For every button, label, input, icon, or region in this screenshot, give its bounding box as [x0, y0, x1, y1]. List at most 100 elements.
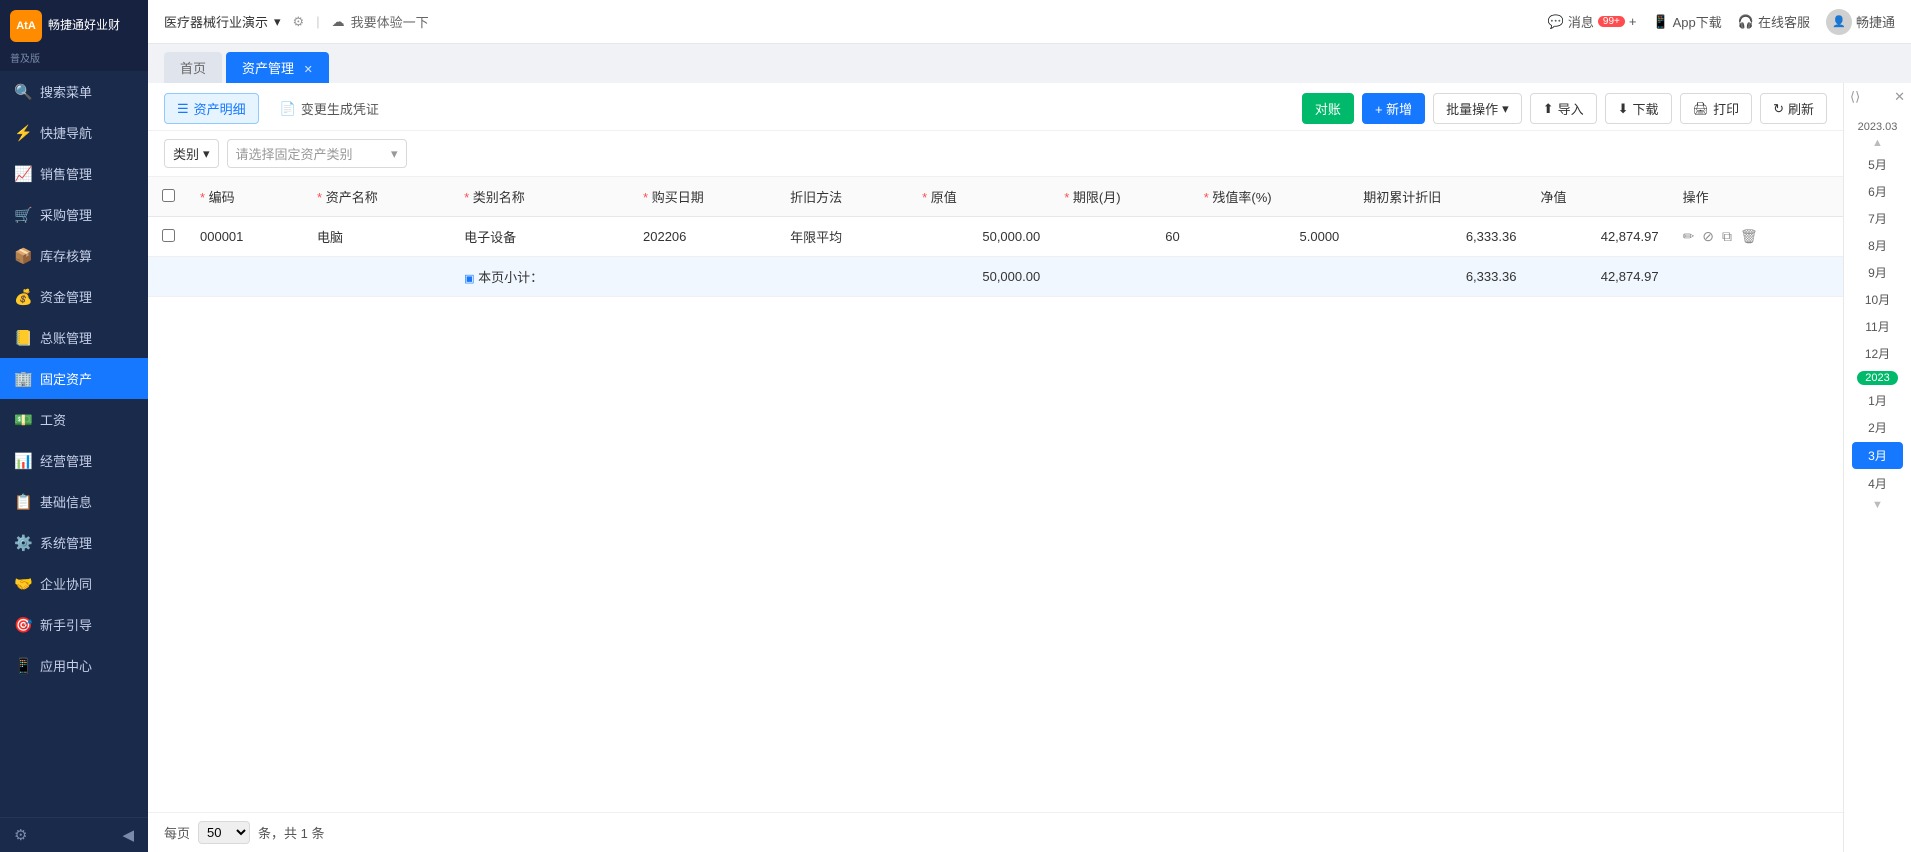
asset-table-container: 编码 资产名称 类别名称 购买日期 折旧方法 原值 期限(月) 残值率(%) 期… — [148, 177, 1843, 812]
sidebar-item-guide[interactable]: 🎯新手引导 — [0, 604, 148, 645]
category-value-filter[interactable]: 请选择固定资产类别 ▾ — [227, 139, 407, 168]
sidebar-item-enterprise[interactable]: 🤝企业协同 — [0, 563, 148, 604]
experience-btn[interactable]: ☁ 我要体验一下 — [332, 12, 429, 31]
row-category: 电子设备 — [452, 217, 631, 257]
month-11[interactable]: 11月 — [1844, 313, 1911, 340]
new-btn[interactable]: + 新增 — [1362, 93, 1425, 124]
topbar: 医疗器械行业演示 ▾ ⚙ | ☁ 我要体验一下 💬 消息 99+ 📱 App下载… — [148, 0, 1911, 44]
month-3-current[interactable]: 3月 — [1852, 442, 1903, 469]
month-6[interactable]: 6月 — [1844, 178, 1911, 205]
tab-home[interactable]: 首页 — [164, 52, 222, 83]
sidebar: AtA 畅捷通好业财 普及版 🔍搜索菜单⚡快捷导航📈销售管理🛒采购管理📦库存核算… — [0, 0, 148, 852]
sidebar-item-system[interactable]: ⚙️系统管理 — [0, 522, 148, 563]
month-10[interactable]: 10月 — [1844, 286, 1911, 313]
sidebar-item-search[interactable]: 🔍搜索菜单 — [0, 71, 148, 112]
th-net-value: 净值 — [1528, 177, 1670, 217]
delete-icon[interactable]: 🗑 — [1740, 228, 1758, 245]
right-panel: ⟨⟩ ✕ 2023.03 ▲ 5月 6月 7月 8月 9月 10月 11月 12… — [1843, 83, 1911, 852]
sidebar-item-operations[interactable]: 📊经营管理 — [0, 440, 148, 481]
tabbar: 首页 资产管理 ✕ — [148, 44, 1911, 83]
refresh-icon: ↻ — [1773, 101, 1784, 117]
stop-icon[interactable]: ⊘ — [1702, 228, 1714, 245]
expand-icon[interactable]: ⟨⟩ — [1850, 89, 1860, 105]
sidebar-icon-purchase: 🛒 — [14, 206, 32, 224]
month-2[interactable]: 2月 — [1844, 414, 1911, 441]
content-toolbar: ☰ 资产明细 📄 变更生成凭证 对账 + 新增 批量操作 ▾ — [148, 83, 1843, 131]
tab-close-icon[interactable]: ✕ — [304, 64, 313, 76]
sidebar-label-funds: 资金管理 — [40, 287, 92, 306]
user-profile[interactable]: 👤 畅捷通 — [1826, 9, 1895, 35]
sidebar-item-inventory[interactable]: 📦库存核算 — [0, 235, 148, 276]
month-8[interactable]: 8月 — [1844, 232, 1911, 259]
company-selector[interactable]: 医疗器械行业演示 ▾ — [164, 12, 281, 31]
close-icon[interactable]: ✕ — [1894, 89, 1905, 105]
main-content: 医疗器械行业演示 ▾ ⚙ | ☁ 我要体验一下 💬 消息 99+ 📱 App下载… — [148, 0, 1911, 852]
tab-asset-detail[interactable]: ☰ 资产明细 — [164, 93, 259, 124]
refresh-btn[interactable]: ↻ 刷新 — [1760, 93, 1827, 124]
tab-change-voucher[interactable]: 📄 变更生成凭证 — [267, 93, 392, 124]
online-service-btn[interactable]: 🎧 在线客服 — [1738, 12, 1810, 31]
asset-table: 编码 资产名称 类别名称 购买日期 折旧方法 原值 期限(月) 残值率(%) 期… — [148, 177, 1843, 297]
print-icon: 🖨 — [1693, 101, 1710, 117]
sidebar-label-operations: 经营管理 — [40, 451, 92, 470]
subtotal-row: ▣ 本页小计： 50,000.00 6,333.36 42,874.97 — [148, 257, 1843, 297]
sidebar-icon-sales: 📈 — [14, 165, 32, 183]
sidebar-item-fixed_assets[interactable]: 🏢固定资产 — [0, 358, 148, 399]
month-1[interactable]: 1月 — [1844, 387, 1911, 414]
row-period: 60 — [1052, 217, 1192, 257]
account-btn[interactable]: 对账 — [1302, 93, 1354, 124]
scroll-down-icon[interactable]: ▼ — [1844, 497, 1911, 513]
month-9[interactable]: 9月 — [1844, 259, 1911, 286]
sidebar-item-purchase[interactable]: 🛒采购管理 — [0, 194, 148, 235]
doc-icon: 📄 — [280, 101, 296, 117]
collapse-icon[interactable]: ◀ — [122, 826, 134, 844]
sidebar-label-app_center: 应用中心 — [40, 656, 92, 675]
sidebar-item-salary[interactable]: 💵工资 — [0, 399, 148, 440]
sidebar-item-sales[interactable]: 📈销售管理 — [0, 153, 148, 194]
sidebar-item-funds[interactable]: 💰资金管理 — [0, 276, 148, 317]
tab-asset-management[interactable]: 资产管理 ✕ — [226, 52, 329, 83]
year-badge[interactable]: 2023 — [1857, 371, 1897, 385]
settings-gear-icon[interactable]: ⚙ — [293, 14, 305, 30]
th-action: 操作 — [1671, 177, 1843, 217]
settings-icon[interactable]: ⚙ — [14, 826, 27, 844]
th-category: 类别名称 — [452, 177, 631, 217]
sidebar-icon-app_center: 📱 — [14, 657, 32, 675]
download-btn[interactable]: ⬇ 下载 — [1605, 93, 1672, 124]
category-filter[interactable]: 类别 ▾ — [164, 139, 219, 168]
th-residual-rate: 残值率(%) — [1192, 177, 1352, 217]
content-with-panel: ☰ 资产明细 📄 变更生成凭证 对账 + 新增 批量操作 ▾ — [148, 83, 1911, 852]
sidebar-label-basic_info: 基础信息 — [40, 492, 92, 511]
chevron-down-icon: ▾ — [274, 14, 281, 30]
import-icon: ⬆ — [1543, 101, 1554, 117]
sidebar-item-quicknav[interactable]: ⚡快捷导航 — [0, 112, 148, 153]
chevron-down-icon: ▾ — [391, 146, 398, 162]
chevron-down-icon: ▾ — [203, 146, 210, 162]
th-original-value: 原值 — [910, 177, 1052, 217]
sidebar-item-basic_info[interactable]: 📋基础信息 — [0, 481, 148, 522]
select-all-checkbox[interactable] — [162, 189, 175, 202]
month-7[interactable]: 7月 — [1844, 205, 1911, 232]
avatar: 👤 — [1826, 9, 1852, 35]
copy-icon[interactable]: ⧉ — [1722, 228, 1732, 245]
app-download-btn[interactable]: 📱 App下载 — [1652, 12, 1721, 31]
sidebar-icon-enterprise: 🤝 — [14, 575, 32, 593]
sidebar-icon-quicknav: ⚡ — [14, 124, 32, 142]
download-icon: 📱 — [1652, 14, 1668, 30]
print-btn[interactable]: 🖨 打印 — [1680, 93, 1753, 124]
sidebar-item-app_center[interactable]: 📱 应用中心 — [0, 645, 148, 686]
row-depreciation-method: 年限平均 — [778, 217, 910, 257]
messages-btn[interactable]: 💬 消息 99+ — [1548, 12, 1637, 31]
month-5[interactable]: 5月 — [1844, 151, 1911, 178]
batch-btn[interactable]: 批量操作 ▾ — [1433, 93, 1522, 124]
edit-icon[interactable]: ✏ — [1683, 228, 1695, 245]
row-checkbox[interactable] — [162, 229, 175, 242]
month-4[interactable]: 4月 — [1844, 470, 1911, 497]
per-page-select[interactable]: 50 100 200 — [198, 821, 250, 844]
import-btn[interactable]: ⬆ 导入 — [1530, 93, 1597, 124]
sidebar-item-ledger[interactable]: 📒总账管理 — [0, 317, 148, 358]
month-12[interactable]: 12月 — [1844, 340, 1911, 367]
app-logo: AtA 畅捷通好业财 — [0, 0, 148, 48]
table-footer: 每页 50 100 200 条，共 1 条 — [148, 812, 1843, 852]
scroll-up-icon[interactable]: ▲ — [1844, 135, 1911, 151]
